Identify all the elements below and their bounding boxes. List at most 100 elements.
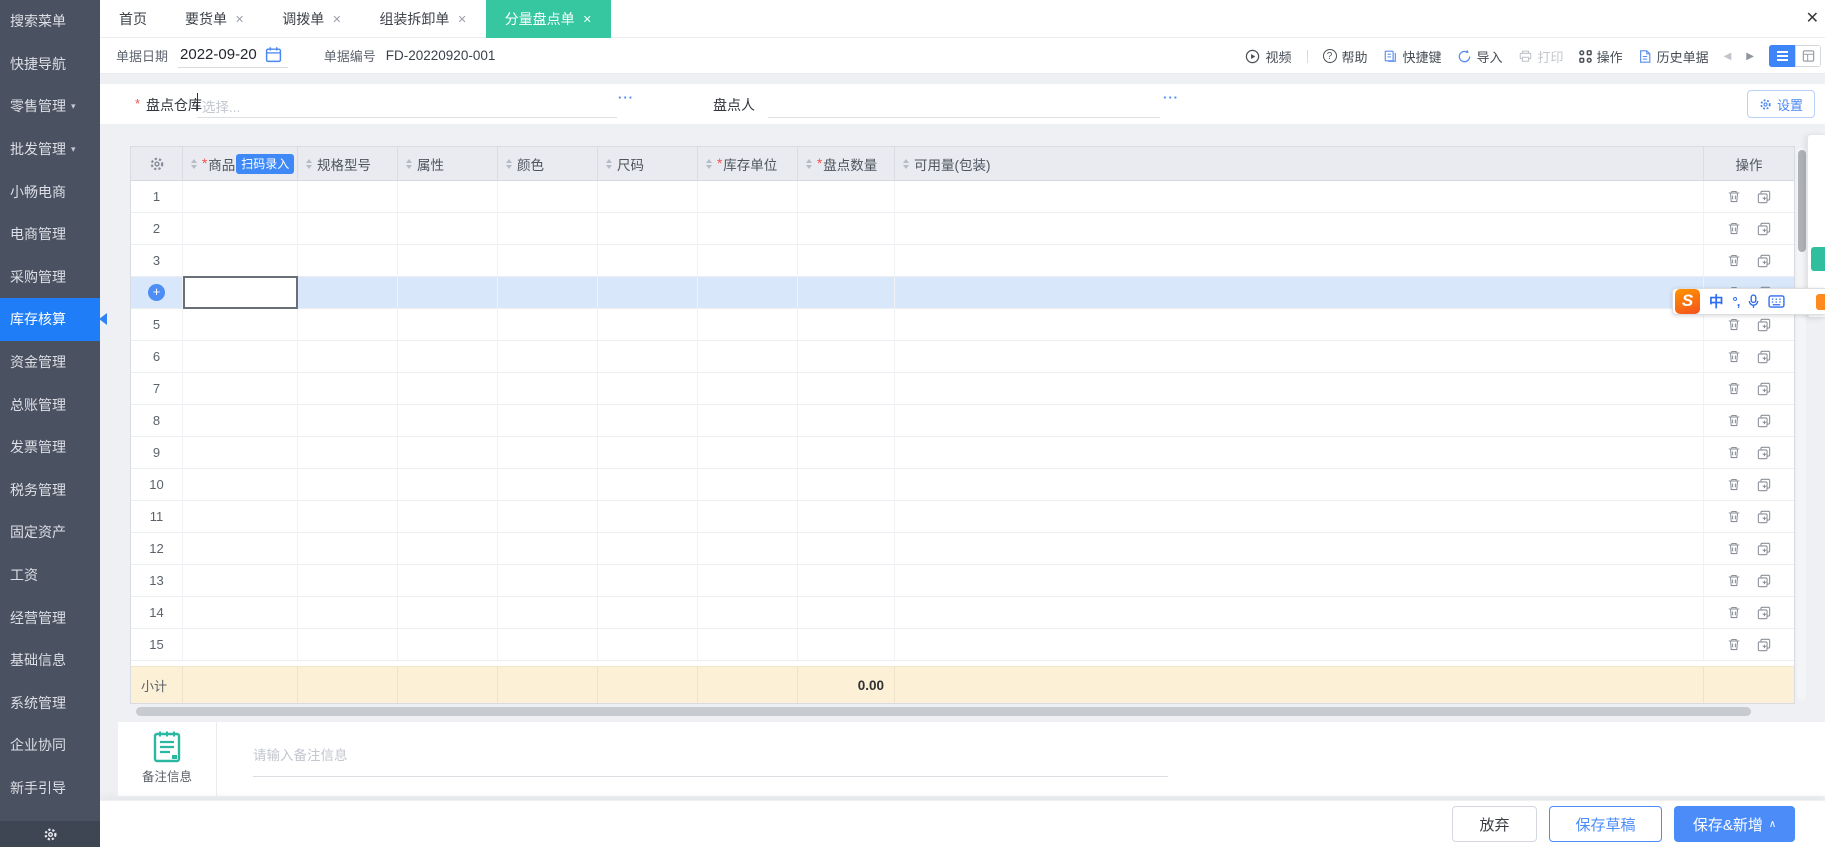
cell-可用量(包装)[interactable]: [895, 341, 1704, 372]
cell-颜色[interactable]: [498, 373, 598, 404]
delete-row-icon[interactable]: [1727, 573, 1741, 588]
cell-商品[interactable]: [183, 405, 298, 436]
row-number-cell[interactable]: 14: [131, 597, 183, 628]
sidebar-item-小畅电商[interactable]: 小畅电商: [0, 170, 100, 213]
cell-尺码[interactable]: [598, 181, 698, 212]
sidebar-item-税务管理[interactable]: 税务管理: [0, 469, 100, 512]
sidebar-item-系统管理[interactable]: 系统管理: [0, 682, 100, 725]
delete-row-icon[interactable]: [1727, 541, 1741, 556]
scrollbar-thumb[interactable]: [1797, 150, 1806, 252]
hotkeys-button[interactable]: 快捷键: [1383, 47, 1442, 66]
list-view-button[interactable]: [1769, 45, 1795, 67]
copy-row-icon[interactable]: [1757, 414, 1771, 428]
copy-row-icon[interactable]: [1757, 190, 1771, 204]
cell-库存单位[interactable]: [698, 245, 798, 276]
column-header-库存单位[interactable]: * 库存单位: [698, 147, 798, 180]
copy-row-icon[interactable]: [1757, 318, 1771, 332]
cell-颜色[interactable]: [498, 245, 598, 276]
cell-尺码[interactable]: [598, 629, 698, 660]
cell-库存单位[interactable]: [698, 277, 798, 308]
settings-button[interactable]: 设置: [1746, 90, 1815, 118]
row-number-cell[interactable]: 11: [131, 501, 183, 532]
cell-颜色[interactable]: [498, 341, 598, 372]
sidebar-item-电商管理[interactable]: 电商管理: [0, 213, 100, 256]
cell-规格型号[interactable]: [298, 597, 398, 628]
tab-close-icon[interactable]: ✕: [235, 13, 244, 26]
tab-close-icon[interactable]: ✕: [332, 13, 341, 26]
tab-调拨单[interactable]: 调拨单 ✕: [263, 0, 360, 38]
add-row-icon[interactable]: +: [148, 284, 165, 301]
cell-可用量(包装)[interactable]: [895, 565, 1704, 596]
cell-规格型号[interactable]: [298, 469, 398, 500]
clipboard-orange-icon[interactable]: [1816, 293, 1825, 310]
sidebar-item-资金管理[interactable]: 资金管理: [0, 341, 100, 384]
cell-尺码[interactable]: [598, 437, 698, 468]
cell-商品[interactable]: [183, 341, 298, 372]
cell-商品[interactable]: [183, 309, 298, 340]
cell-属性[interactable]: [398, 437, 498, 468]
cell-尺码[interactable]: [598, 501, 698, 532]
row-number-cell[interactable]: +: [131, 277, 183, 308]
cell-商品[interactable]: [183, 181, 298, 212]
delete-row-icon[interactable]: [1727, 445, 1741, 460]
cell-规格型号[interactable]: [298, 629, 398, 660]
sort-icon[interactable]: [191, 158, 197, 169]
video-button[interactable]: 视频: [1245, 47, 1292, 66]
person-input[interactable]: [768, 117, 1160, 118]
cell-商品[interactable]: [183, 565, 298, 596]
cell-尺码[interactable]: [598, 405, 698, 436]
row-number-cell[interactable]: 15: [131, 629, 183, 660]
chinese-mode-icon[interactable]: 中: [1709, 291, 1724, 312]
cell-属性[interactable]: [398, 597, 498, 628]
save-new-button[interactable]: 保存&新增 ∧: [1674, 806, 1795, 842]
cell-可用量(包装)[interactable]: [895, 213, 1704, 244]
prev-icon[interactable]: ◀: [1724, 51, 1732, 62]
sidebar-item-企业协同[interactable]: 企业协同: [0, 724, 100, 767]
cell-属性[interactable]: [398, 245, 498, 276]
cell-库存单位[interactable]: [698, 373, 798, 404]
cell-规格型号[interactable]: [298, 213, 398, 244]
sidebar-item-库存核算[interactable]: 库存核算: [0, 298, 100, 341]
person-more-icon[interactable]: ···: [1163, 90, 1179, 105]
cell-属性[interactable]: [398, 629, 498, 660]
cell-盘点数量[interactable]: [798, 309, 895, 340]
delete-row-icon[interactable]: [1727, 477, 1741, 492]
selected-cell[interactable]: [183, 276, 298, 309]
delete-row-icon[interactable]: [1727, 381, 1741, 396]
sort-icon[interactable]: [406, 158, 412, 169]
delete-row-icon[interactable]: [1727, 413, 1741, 428]
cell-盘点数量[interactable]: [798, 373, 895, 404]
sidebar-item-零售管理[interactable]: 零售管理 ▾: [0, 85, 100, 128]
row-number-cell[interactable]: 12: [131, 533, 183, 564]
sidebar-item-固定资产[interactable]: 固定资产: [0, 511, 100, 554]
cell-库存单位[interactable]: [698, 405, 798, 436]
cell-规格型号[interactable]: [298, 501, 398, 532]
cell-属性[interactable]: [398, 213, 498, 244]
tab-首页[interactable]: 首页: [100, 0, 166, 38]
cell-颜色[interactable]: [498, 501, 598, 532]
floating-badge[interactable]: [1811, 247, 1825, 271]
delete-row-icon[interactable]: [1727, 221, 1741, 236]
cell-可用量(包装)[interactable]: [895, 373, 1704, 404]
cell-可用量(包装)[interactable]: [895, 309, 1704, 340]
cell-库存单位[interactable]: [698, 341, 798, 372]
cell-商品[interactable]: [183, 597, 298, 628]
cell-规格型号[interactable]: [298, 181, 398, 212]
row-number-cell[interactable]: 8: [131, 405, 183, 436]
help-button[interactable]: ? 帮助: [1322, 47, 1368, 66]
column-header-商品[interactable]: * 商品 扫码录入: [183, 147, 298, 180]
cell-颜色[interactable]: [498, 565, 598, 596]
sidebar-item-快捷导航[interactable]: 快捷导航: [0, 43, 100, 86]
cell-尺码[interactable]: [598, 245, 698, 276]
cell-商品[interactable]: [183, 213, 298, 244]
mic-icon[interactable]: [1748, 294, 1759, 309]
tab-close-icon[interactable]: ✕: [583, 13, 592, 26]
cell-规格型号[interactable]: [298, 373, 398, 404]
cell-可用量(包装)[interactable]: [895, 469, 1704, 500]
cell-商品[interactable]: [183, 629, 298, 660]
cell-尺码[interactable]: [598, 341, 698, 372]
cell-属性[interactable]: [398, 565, 498, 596]
vertical-scrollbar[interactable]: [1797, 148, 1806, 700]
operations-button[interactable]: 操作: [1578, 47, 1623, 66]
cell-尺码[interactable]: [598, 213, 698, 244]
